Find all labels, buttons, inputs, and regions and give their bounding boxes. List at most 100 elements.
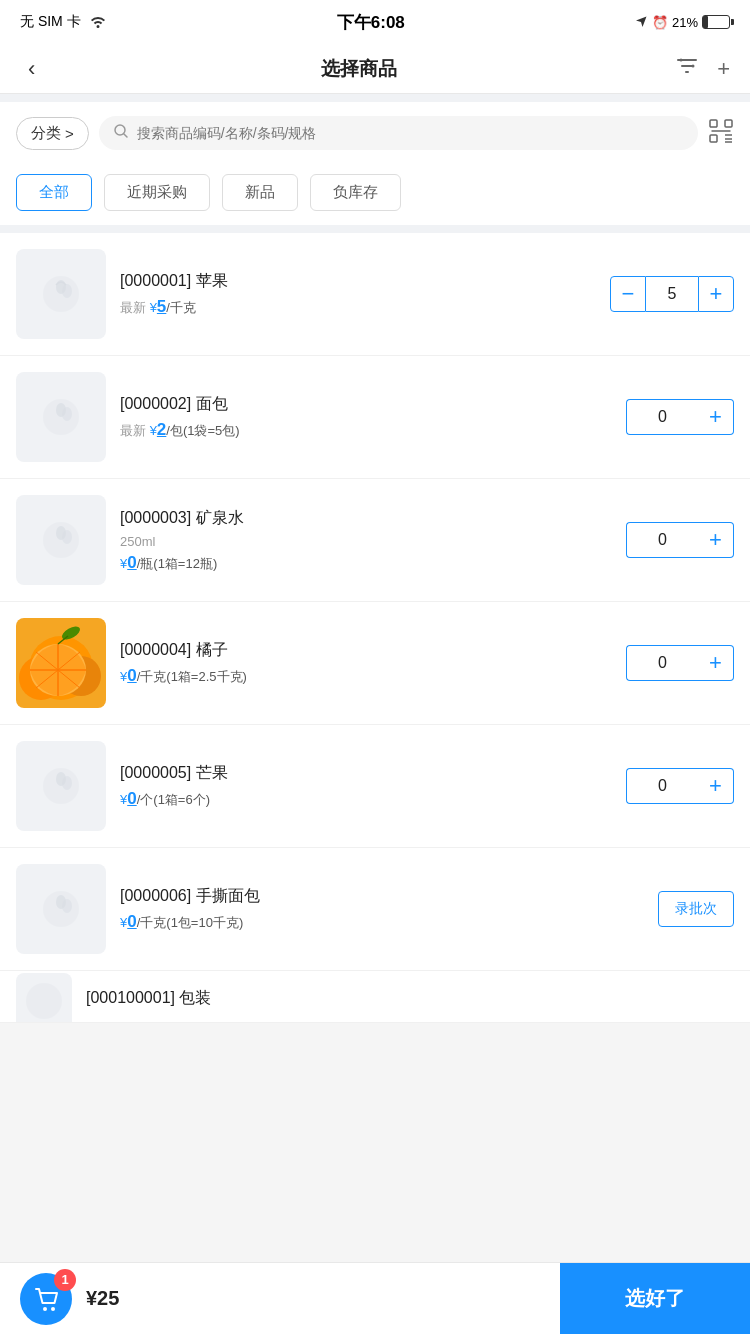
product-name: [000100001] 包装 bbox=[86, 988, 734, 1009]
svg-point-31 bbox=[26, 983, 62, 1019]
category-chevron-icon: > bbox=[65, 125, 74, 142]
svg-point-0 bbox=[680, 58, 683, 61]
tab-row: 全部 近期采购 新品 负库存 bbox=[0, 164, 750, 225]
scan-icon[interactable] bbox=[708, 118, 734, 149]
qty-plus-button[interactable]: + bbox=[698, 276, 734, 312]
search-icon bbox=[113, 123, 129, 143]
product-image-placeholder bbox=[16, 864, 106, 954]
product-spec: 250ml bbox=[120, 534, 626, 549]
search-input[interactable] bbox=[137, 125, 684, 141]
product-info: [0000004] 橘子 ¥0/千克(1箱=2.5千克) bbox=[120, 640, 626, 686]
product-price: 最新 ¥5/千克 bbox=[120, 297, 610, 317]
price-label: 最新 bbox=[120, 423, 150, 438]
category-label: 分类 bbox=[31, 124, 61, 143]
cart-badge: 1 bbox=[54, 1269, 76, 1291]
confirm-button[interactable]: 选好了 bbox=[560, 1263, 750, 1335]
svg-point-30 bbox=[62, 899, 72, 913]
price-unit: /包(1袋=5包) bbox=[166, 423, 239, 438]
product-name: [0000003] 矿泉水 bbox=[120, 508, 626, 529]
price-label: 最新 bbox=[120, 300, 150, 315]
status-left: 无 SIM 卡 bbox=[20, 13, 107, 31]
svg-point-12 bbox=[62, 284, 72, 298]
price-unit: /瓶(1箱=12瓶) bbox=[137, 556, 218, 571]
price-unit: /千克(1包=10千克) bbox=[137, 915, 244, 930]
product-info: [0000002] 面包 最新 ¥2/包(1袋=5包) bbox=[120, 394, 626, 440]
tab-new[interactable]: 新品 bbox=[222, 174, 298, 211]
tab-all[interactable]: 全部 bbox=[16, 174, 92, 211]
add-icon[interactable]: + bbox=[717, 56, 730, 82]
price-amount: 2 bbox=[157, 420, 166, 439]
back-button[interactable]: ‹ bbox=[20, 48, 43, 90]
qty-control: + bbox=[626, 399, 734, 435]
cart-section: 1 ¥25 bbox=[0, 1273, 560, 1325]
qty-plus-button[interactable]: + bbox=[698, 399, 734, 435]
qty-input[interactable] bbox=[646, 276, 698, 312]
svg-rect-3 bbox=[710, 120, 717, 127]
search-box bbox=[99, 116, 698, 150]
price-amount: 5 bbox=[157, 297, 166, 316]
qty-input[interactable] bbox=[626, 522, 698, 558]
product-item: [0000006] 手撕面包 ¥0/千克(1包=10千克) 录批次 bbox=[0, 848, 750, 971]
qty-control: + bbox=[626, 768, 734, 804]
price-unit: /个(1箱=6个) bbox=[137, 792, 210, 807]
product-image-orange bbox=[16, 618, 106, 708]
product-name: [0000002] 面包 bbox=[120, 394, 626, 415]
qty-control: + bbox=[626, 522, 734, 558]
carrier-label: 无 SIM 卡 bbox=[20, 13, 81, 31]
nav-bar: ‹ 选择商品 + bbox=[0, 44, 750, 94]
product-info: [000100001] 包装 bbox=[86, 988, 734, 1014]
battery-icon bbox=[702, 15, 730, 29]
product-name: [0000001] 苹果 bbox=[120, 271, 610, 292]
product-item: [0000003] 矿泉水 250ml ¥0/瓶(1箱=12瓶) + bbox=[0, 479, 750, 602]
qty-input[interactable] bbox=[626, 399, 698, 435]
qty-control: − + bbox=[610, 276, 734, 312]
product-name: [0000005] 芒果 bbox=[120, 763, 626, 784]
product-list: [0000001] 苹果 最新 ¥5/千克 − + [0000002] 面包 最… bbox=[0, 233, 750, 1023]
qty-input[interactable] bbox=[626, 645, 698, 681]
svg-point-15 bbox=[62, 407, 72, 421]
product-item: [0000004] 橘子 ¥0/千克(1箱=2.5千克) + bbox=[0, 602, 750, 725]
page-title: 选择商品 bbox=[321, 56, 397, 82]
search-row: 分类 > bbox=[0, 102, 750, 164]
product-info: [0000003] 矿泉水 250ml ¥0/瓶(1箱=12瓶) bbox=[120, 508, 626, 573]
product-image-placeholder bbox=[16, 495, 106, 585]
batch-button[interactable]: 录批次 bbox=[658, 891, 734, 927]
qty-plus-button[interactable]: + bbox=[698, 768, 734, 804]
divider-top bbox=[0, 94, 750, 102]
product-price: ¥0/千克(1包=10千克) bbox=[120, 912, 658, 932]
qty-plus-button[interactable]: + bbox=[698, 645, 734, 681]
product-item: [0000001] 苹果 最新 ¥5/千克 − + bbox=[0, 233, 750, 356]
price-amount: 0 bbox=[127, 666, 136, 685]
alarm-icon: ⏰ bbox=[652, 15, 668, 30]
price-unit: /千克(1箱=2.5千克) bbox=[137, 669, 247, 684]
price-amount: 0 bbox=[127, 553, 136, 572]
price-amount: 0 bbox=[127, 912, 136, 931]
tab-recent[interactable]: 近期采购 bbox=[104, 174, 210, 211]
svg-point-27 bbox=[62, 776, 72, 790]
product-name: [0000004] 橘子 bbox=[120, 640, 626, 661]
product-item: [0000005] 芒果 ¥0/个(1箱=6个) + bbox=[0, 725, 750, 848]
status-right: ⏰ 21% bbox=[635, 14, 730, 31]
qty-minus-button[interactable]: − bbox=[610, 276, 646, 312]
product-price: ¥0/个(1箱=6个) bbox=[120, 789, 626, 809]
qty-control: + bbox=[626, 645, 734, 681]
cart-button[interactable]: 1 bbox=[20, 1273, 72, 1325]
svg-point-1 bbox=[692, 64, 695, 67]
tab-negative[interactable]: 负库存 bbox=[310, 174, 401, 211]
category-button[interactable]: 分类 > bbox=[16, 117, 89, 150]
product-price: 最新 ¥2/包(1袋=5包) bbox=[120, 420, 626, 440]
qty-plus-button[interactable]: + bbox=[698, 522, 734, 558]
battery-percent: 21% bbox=[672, 15, 698, 30]
svg-point-18 bbox=[62, 530, 72, 544]
product-image-placeholder bbox=[16, 372, 106, 462]
qty-input[interactable] bbox=[626, 768, 698, 804]
product-info: [0000006] 手撕面包 ¥0/千克(1包=10千克) bbox=[120, 886, 658, 932]
divider-tabs bbox=[0, 225, 750, 233]
filter-icon[interactable] bbox=[675, 54, 699, 84]
svg-point-32 bbox=[43, 1307, 47, 1311]
svg-rect-5 bbox=[710, 135, 717, 142]
product-price: ¥0/瓶(1箱=12瓶) bbox=[120, 553, 626, 573]
status-time: 下午6:08 bbox=[337, 11, 405, 34]
product-item-partial: [000100001] 包装 bbox=[0, 971, 750, 1023]
svg-point-33 bbox=[51, 1307, 55, 1311]
